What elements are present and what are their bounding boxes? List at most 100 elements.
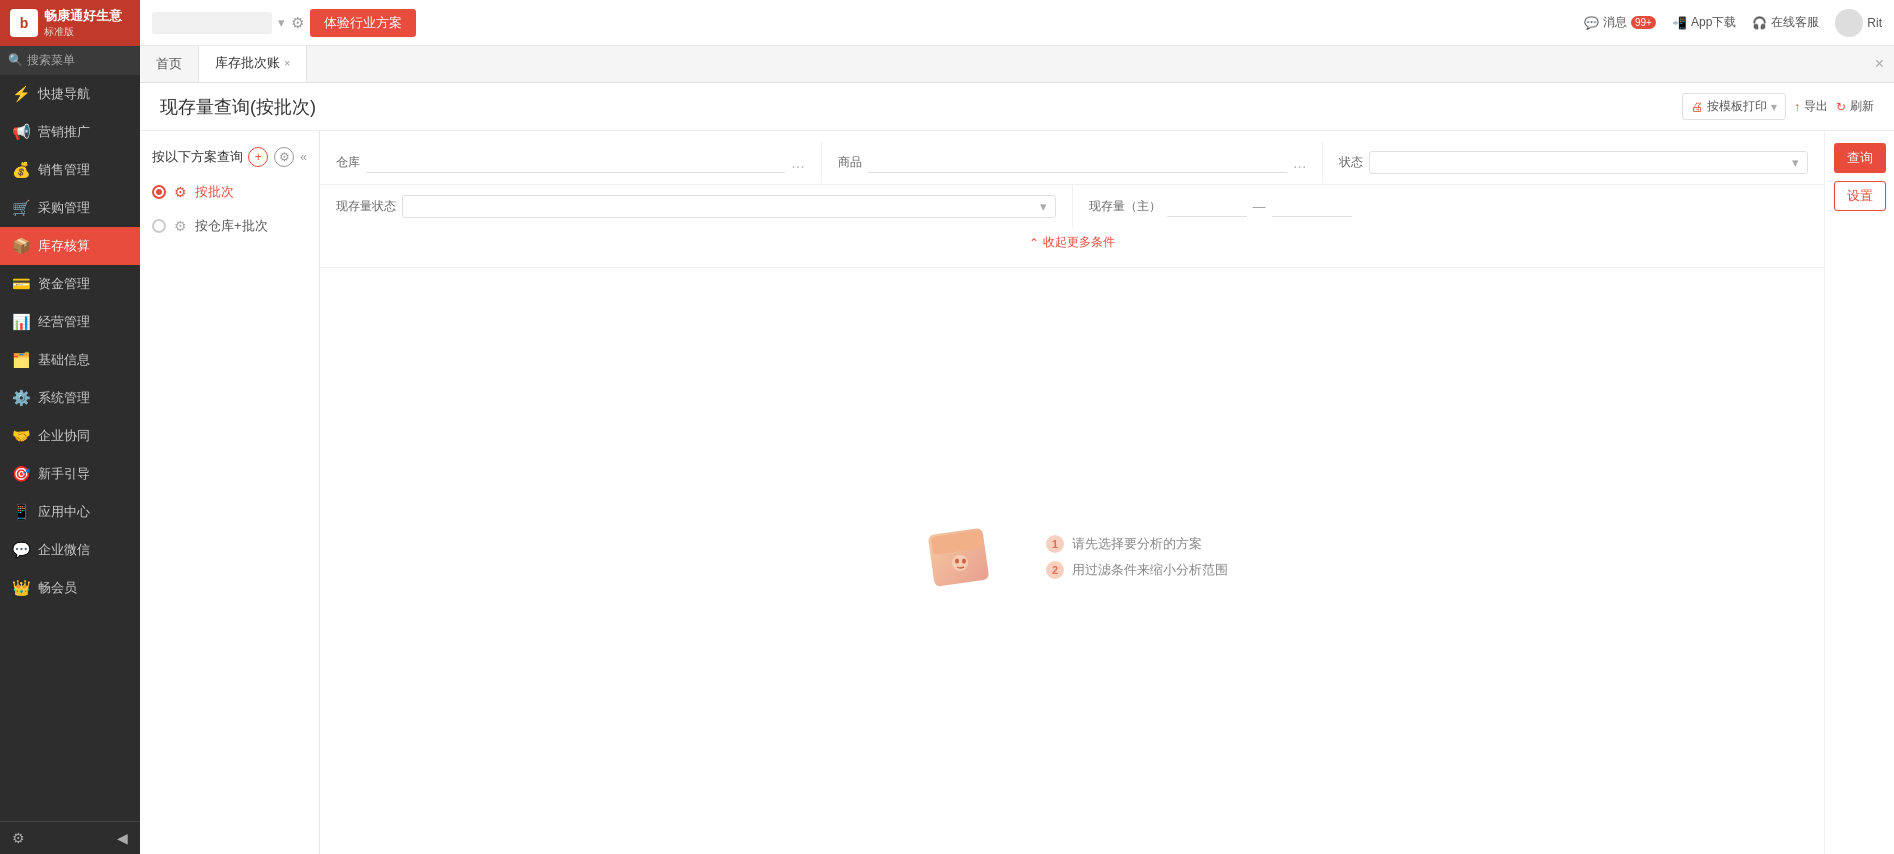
empty-hint-2: 2 用过滤条件来缩小分析范围	[1046, 561, 1228, 579]
tab-home-label: 首页	[156, 55, 182, 73]
sidebar-item-marketing[interactable]: 📢 营销推广	[0, 113, 140, 151]
sidebar-item-label: 企业微信	[38, 541, 90, 559]
query-button[interactable]: 查询	[1834, 143, 1886, 173]
basic-icon: 🗂️	[12, 351, 30, 369]
user-avatar	[1835, 9, 1863, 37]
empty-state: 1 请先选择要分析的方案 2 用过滤条件来缩小分析范围	[320, 268, 1824, 854]
app-download-button[interactable]: 📲 App下载	[1672, 14, 1736, 31]
print-icon: 🖨	[1691, 100, 1703, 114]
collapse-filter-icon[interactable]: «	[300, 150, 307, 164]
settings-button[interactable]: 设置	[1834, 181, 1886, 211]
guide-icon: 🎯	[12, 465, 30, 483]
warehouse-input[interactable]	[366, 152, 785, 173]
export-label: 导出	[1804, 98, 1828, 115]
warehouse-filter-cell: 仓库 ...	[320, 142, 822, 183]
sidebar-footer: ⚙ ◀	[0, 821, 140, 854]
sidebar-item-purchase[interactable]: 🛒 采购管理	[0, 189, 140, 227]
sidebar-item-app-center[interactable]: 📱 应用中心	[0, 493, 140, 531]
tab-close-icon[interactable]: ×	[284, 57, 290, 69]
filter-warehouse-icon: ⚙	[174, 218, 187, 234]
warehouse-dots[interactable]: ...	[791, 154, 804, 172]
stock-qty-min[interactable]	[1167, 196, 1247, 217]
tab-home[interactable]: 首页	[140, 47, 199, 81]
message-button[interactable]: 💬 消息 99+	[1584, 14, 1656, 31]
sidebar-item-label: 经营管理	[38, 313, 90, 331]
hint-1-num: 1	[1046, 535, 1064, 553]
sidebar-item-label: 销售管理	[38, 161, 90, 179]
sidebar-item-member[interactable]: 👑 畅会员	[0, 569, 140, 607]
scheme-settings-button[interactable]: ⚙	[274, 147, 294, 167]
app-center-icon: 📱	[12, 503, 30, 521]
app-download-icon: 📲	[1672, 16, 1687, 30]
sidebar-item-enterprise[interactable]: 🤝 企业协同	[0, 417, 140, 455]
settings-footer-icon[interactable]: ⚙	[12, 830, 25, 846]
sidebar-item-finance[interactable]: 💳 资金管理	[0, 265, 140, 303]
collapse-more-conditions[interactable]: ⌃ 收起更多条件	[320, 228, 1824, 257]
collapse-label: 收起更多条件	[1043, 234, 1115, 251]
close-all-icon: ×	[1875, 55, 1884, 72]
refresh-icon: ↻	[1836, 100, 1846, 114]
stock-status-select[interactable]: ▾	[402, 195, 1056, 218]
add-scheme-button[interactable]: +	[248, 147, 268, 167]
settings-icon[interactable]: ⚙	[291, 14, 304, 32]
sidebar-nav: ⚡ 快捷导航 📢 营销推广 💰 销售管理 🛒 采购管理 📦 库存核算 💳 资金管…	[0, 75, 140, 821]
print-dropdown-icon[interactable]: ▾	[1771, 100, 1777, 114]
sidebar-item-operations[interactable]: 📊 经营管理	[0, 303, 140, 341]
content-wrapper: 现存量查询(按批次) 🖨 按模板打印 ▾ ↑ 导出 ↻ 刷新	[140, 83, 1894, 854]
filter-item-warehouse-batch[interactable]: ⚙ 按仓库+批次	[140, 209, 319, 243]
close-all-tabs[interactable]: ×	[1875, 55, 1894, 73]
industry-solution-button[interactable]: 体验行业方案	[310, 9, 416, 37]
sidebar-item-wechat[interactable]: 💬 企业微信	[0, 531, 140, 569]
status-chevron: ▾	[1792, 155, 1799, 170]
product-input[interactable]	[868, 152, 1287, 173]
finance-icon: 💳	[12, 275, 30, 293]
tabs-bar: 首页 库存批次账 × ×	[140, 46, 1894, 83]
filter-warehouse-batch-label: 按仓库+批次	[195, 217, 268, 235]
dropdown-icon[interactable]: ▾	[278, 15, 285, 30]
sidebar-item-guide[interactable]: 🎯 新手引导	[0, 455, 140, 493]
empty-hints: 1 请先选择要分析的方案 2 用过滤条件来缩小分析范围	[1046, 535, 1228, 587]
print-button[interactable]: 🖨 按模板打印 ▾	[1682, 93, 1786, 120]
export-icon: ↑	[1794, 100, 1800, 114]
hint-1-text: 请先选择要分析的方案	[1072, 535, 1202, 553]
sidebar: b 畅康通好生意 标准版 🔍 搜索菜单 ⚡ 快捷导航 📢 营销推广 💰 销售管理…	[0, 0, 140, 854]
sidebar-item-label: 营销推广	[38, 123, 90, 141]
inventory-icon: 📦	[12, 237, 30, 255]
message-icon: 💬	[1584, 16, 1599, 30]
stock-qty-max[interactable]	[1272, 196, 1352, 217]
topbar-left: ▾ ⚙ 体验行业方案	[152, 9, 1576, 37]
product-dots[interactable]: ...	[1293, 154, 1306, 172]
sidebar-item-quick-nav[interactable]: ⚡ 快捷导航	[0, 75, 140, 113]
filter-radio-batch	[152, 185, 166, 199]
sidebar-item-inventory[interactable]: 📦 库存核算	[0, 227, 140, 265]
empty-illustration	[916, 511, 1016, 611]
status-select[interactable]: ▾	[1369, 151, 1808, 174]
add-icon: +	[255, 150, 262, 164]
export-button[interactable]: ↑ 导出	[1794, 98, 1828, 115]
tab-inventory-batch[interactable]: 库存批次账 ×	[199, 46, 307, 82]
sidebar-item-label: 系统管理	[38, 389, 90, 407]
enterprise-icon: 🤝	[12, 427, 30, 445]
refresh-label: 刷新	[1850, 98, 1874, 115]
online-service-label: 在线客服	[1771, 14, 1819, 31]
sidebar-item-basic[interactable]: 🗂️ 基础信息	[0, 341, 140, 379]
member-icon: 👑	[12, 579, 30, 597]
stock-qty-dash: —	[1253, 199, 1266, 214]
collapse-sidebar-icon[interactable]: ◀	[117, 830, 128, 846]
user-avatar-button[interactable]: Rit	[1835, 9, 1882, 37]
quick-nav-icon: ⚡	[12, 85, 30, 103]
sidebar-item-label: 畅会员	[38, 579, 77, 597]
online-service-button[interactable]: 🎧 在线客服	[1752, 14, 1819, 31]
refresh-button[interactable]: ↻ 刷新	[1836, 98, 1874, 115]
sidebar-search[interactable]: 🔍 搜索菜单	[0, 46, 140, 75]
sidebar-item-system[interactable]: ⚙️ 系统管理	[0, 379, 140, 417]
product-filter-cell: 商品 ...	[822, 142, 1324, 183]
search-input[interactable]	[152, 12, 272, 34]
status-label: 状态	[1339, 154, 1363, 171]
user-name: Rit	[1867, 16, 1882, 30]
stock-status-cell: 现存量状态 ▾	[320, 185, 1073, 228]
filter-bar: 仓库 ... 商品 ... 状态	[320, 131, 1824, 268]
filter-item-batch[interactable]: ⚙ 按批次	[140, 175, 319, 209]
purchase-icon: 🛒	[12, 199, 30, 217]
sidebar-item-sales[interactable]: 💰 销售管理	[0, 151, 140, 189]
